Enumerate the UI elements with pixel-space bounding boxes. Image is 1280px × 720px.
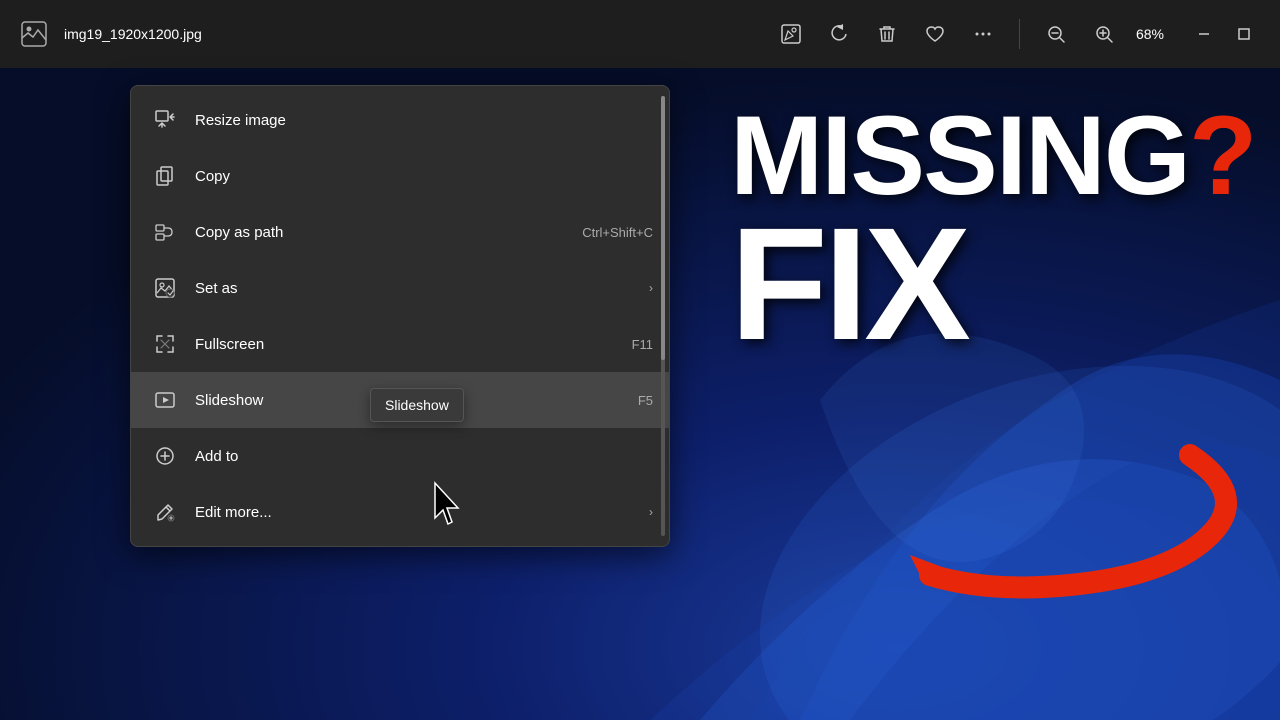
copy-path-icon [147,214,183,250]
menu-item-slideshow[interactable]: Slideshow F5 [131,372,669,428]
maximize-button[interactable] [1224,14,1264,54]
copy-icon [147,158,183,194]
favorite-button[interactable] [915,14,955,54]
window-controls [1184,14,1264,54]
menu-item-copy[interactable]: Copy [131,148,669,204]
slideshow-icon [147,382,183,418]
zoom-level: 68% [1136,26,1164,42]
resize-label: Resize image [195,112,653,129]
edit-more-label: Edit more... [195,504,641,521]
fix-text: FIX [730,212,967,356]
menu-item-fullscreen[interactable]: Fullscreen F11 [131,316,669,372]
copy-label: Copy [195,168,653,185]
fullscreen-label: Fullscreen [195,336,632,353]
red-arrow [870,435,1250,640]
copy-path-label: Copy as path [195,224,582,241]
slideshow-label: Slideshow [195,392,638,409]
fullscreen-shortcut: F11 [632,337,653,352]
zoom-in-button[interactable] [1084,14,1124,54]
add-to-label: Add to [195,448,653,465]
edit-more-arrow: › [649,505,653,519]
set-as-label: Set as [195,280,641,297]
question-mark: ? [1189,100,1257,212]
set-as-icon [147,270,183,306]
menu-item-edit-more[interactable]: Edit more... › [131,484,669,540]
fullscreen-icon [147,326,183,362]
menu-scrollbar[interactable] [661,96,665,536]
menu-item-copy-path[interactable]: Copy as path Ctrl+Shift+C [131,204,669,260]
edit-photo-button[interactable] [771,14,811,54]
context-menu: Resize image Copy Copy as path Ctrl+Shif… [130,85,670,547]
zoom-out-button[interactable] [1036,14,1076,54]
set-as-arrow: › [649,281,653,295]
menu-item-add-to[interactable]: Add to [131,428,669,484]
slideshow-shortcut: F5 [638,393,653,408]
more-button[interactable] [963,14,1003,54]
delete-button[interactable] [867,14,907,54]
separator [1019,19,1020,49]
app-icon [16,16,52,52]
menu-item-set-as[interactable]: Set as › [131,260,669,316]
rotate-button[interactable] [819,14,859,54]
copy-path-shortcut: Ctrl+Shift+C [582,225,653,240]
file-title: img19_1920x1200.jpg [64,26,771,42]
menu-item-resize[interactable]: Resize image [131,92,669,148]
resize-icon [147,102,183,138]
topbar: img19_1920x1200.jpg [0,0,1280,68]
menu-scrollbar-thumb [661,96,665,360]
minimize-button[interactable] [1184,14,1224,54]
add-icon [147,438,183,474]
edit-more-icon [147,494,183,530]
topbar-actions: 68% [771,14,1264,54]
